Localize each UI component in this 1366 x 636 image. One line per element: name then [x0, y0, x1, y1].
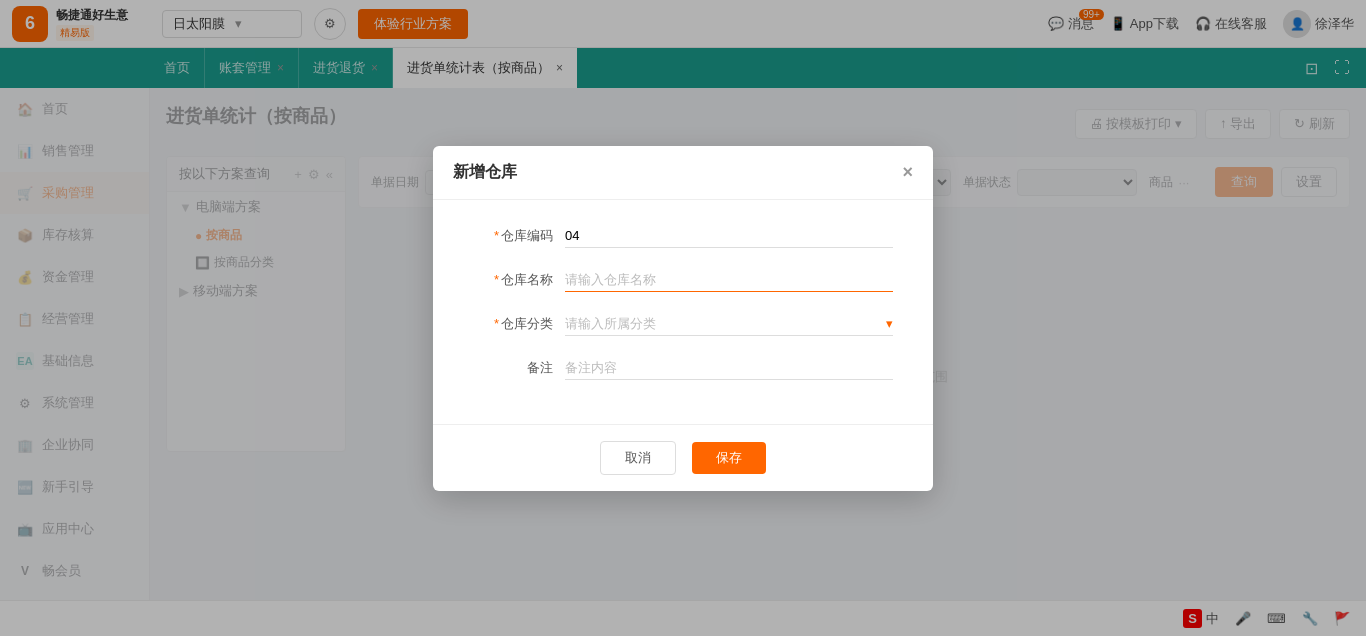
- new-warehouse-modal: 新增仓库 × 仓库编码 仓库名称 仓库分类 ▾: [433, 146, 933, 491]
- modal-title: 新增仓库: [453, 162, 517, 183]
- save-button[interactable]: 保存: [692, 442, 766, 474]
- modal-close-button[interactable]: ×: [902, 163, 913, 181]
- form-row-category: 仓库分类 ▾: [473, 312, 893, 336]
- category-dropdown-icon: ▾: [886, 316, 893, 331]
- code-label: 仓库编码: [473, 227, 553, 245]
- category-input[interactable]: [565, 316, 882, 331]
- category-label: 仓库分类: [473, 315, 553, 333]
- modal-footer: 取消 保存: [433, 424, 933, 491]
- name-label: 仓库名称: [473, 271, 553, 289]
- name-input[interactable]: [565, 268, 893, 292]
- modal-body: 仓库编码 仓库名称 仓库分类 ▾ 备注: [433, 200, 933, 424]
- category-select[interactable]: ▾: [565, 312, 893, 336]
- code-input[interactable]: [565, 224, 893, 248]
- remark-input[interactable]: [565, 356, 893, 380]
- form-row-remark: 备注: [473, 356, 893, 380]
- remark-label: 备注: [473, 359, 553, 377]
- form-row-code: 仓库编码: [473, 224, 893, 248]
- form-row-name: 仓库名称: [473, 268, 893, 292]
- modal-overlay: 新增仓库 × 仓库编码 仓库名称 仓库分类 ▾: [0, 0, 1366, 636]
- cancel-button[interactable]: 取消: [600, 441, 676, 475]
- modal-header: 新增仓库 ×: [433, 146, 933, 200]
